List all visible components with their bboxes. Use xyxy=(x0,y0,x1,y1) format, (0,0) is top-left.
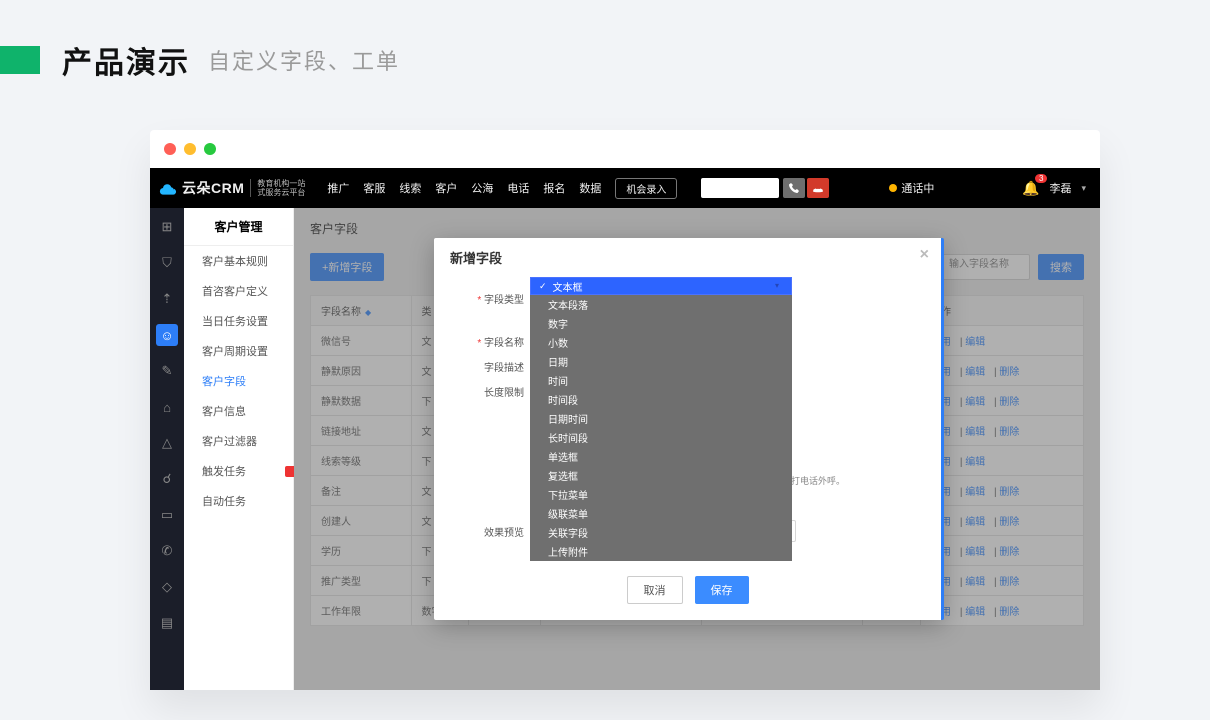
top-bar: 云朵CRM 教育机构一站式服务云平台 推广 客服 线索 客户 公海 电话 报名 … xyxy=(150,168,1100,208)
dropdown-option[interactable]: 单选框 xyxy=(530,447,792,466)
label-limit: 长度限制 xyxy=(464,384,536,399)
close-icon[interactable]: × xyxy=(920,246,929,264)
dropdown-option[interactable]: 日期时间 xyxy=(530,409,792,428)
label-preview: 效果预览 xyxy=(464,524,536,539)
chevron-down-icon[interactable]: ▾ xyxy=(1081,183,1086,194)
sidebar-item[interactable]: 触发任务 xyxy=(184,456,293,486)
dropdown-option[interactable]: 下拉菜单 xyxy=(530,485,792,504)
app-window: 云朵CRM 教育机构一站式服务云平台 推广 客服 线索 客户 公海 电话 报名 … xyxy=(150,130,1100,690)
nav-item[interactable]: 线索 xyxy=(399,180,421,196)
dropdown-option[interactable]: 关联字段 xyxy=(530,523,792,542)
sidebar-item[interactable]: 当日任务设置 xyxy=(184,306,293,336)
sidebar-item[interactable]: 客户信息 xyxy=(184,396,293,426)
rail-tag-icon[interactable]: ◇ xyxy=(156,576,178,598)
page-title: 产品演示 xyxy=(62,38,190,82)
top-nav: 推广 客服 线索 客户 公海 电话 报名 数据 xyxy=(327,180,601,196)
status-indicator xyxy=(889,184,897,192)
field-type-dropdown[interactable]: ✓ 文本框 ▾ 文本段落数字小数日期时间时间段日期时间长时间段单选框复选框下拉菜… xyxy=(530,277,792,561)
window-close-dot[interactable] xyxy=(164,143,176,155)
label-name: 字段名称 xyxy=(464,334,536,349)
mac-titlebar xyxy=(150,130,1100,168)
modal-title: 新增字段 xyxy=(450,251,502,266)
nav-item[interactable]: 电话 xyxy=(507,180,529,196)
dropdown-option[interactable]: 复选框 xyxy=(530,466,792,485)
nav-item[interactable]: 客户 xyxy=(435,180,457,196)
accent-block xyxy=(0,46,40,74)
rail-user-icon[interactable]: ☺ xyxy=(156,324,178,346)
rail-phone-icon[interactable]: ✆ xyxy=(156,540,178,562)
label-desc: 字段描述 xyxy=(464,359,536,374)
call-status-text: 通话中 xyxy=(901,180,934,196)
sidebar-item[interactable]: 自动任务 xyxy=(184,486,293,516)
dropdown-option[interactable]: 级联菜单 xyxy=(530,504,792,523)
cancel-button[interactable]: 取消 xyxy=(627,576,683,604)
label-type: 字段类型 xyxy=(464,291,536,306)
nav-item[interactable]: 推广 xyxy=(327,180,349,196)
icon-rail: ⊞ ⛉ ⇡ ☺ ✎ ⌂ △ ☌ ▭ ✆ ◇ ▤ xyxy=(150,208,184,690)
rail-chart-icon[interactable]: ⇡ xyxy=(156,288,178,310)
dropdown-option[interactable]: 时间 xyxy=(530,371,792,390)
save-button[interactable]: 保存 xyxy=(695,576,749,604)
rail-search-icon[interactable]: ☌ xyxy=(156,468,178,490)
sub-nav-header: 客户管理 xyxy=(184,208,293,246)
check-icon: ✓ xyxy=(539,281,547,292)
page-header: 产品演示 自定义字段、工单 xyxy=(0,0,1210,110)
top-search-input[interactable] xyxy=(701,178,779,198)
dropdown-option[interactable]: 日期 xyxy=(530,352,792,371)
sidebar-item-active[interactable]: 客户字段 xyxy=(184,366,293,396)
rail-dashboard-icon[interactable]: ⊞ xyxy=(156,216,178,238)
dropdown-option[interactable]: 上传附件 xyxy=(530,542,792,561)
user-name[interactable]: 李磊 xyxy=(1049,180,1071,196)
rail-home-icon[interactable]: ⌂ xyxy=(156,396,178,418)
sidebar-item[interactable]: 首咨客户定义 xyxy=(184,276,293,306)
notification-bell-icon[interactable]: 🔔3 xyxy=(1022,180,1039,197)
nav-item[interactable]: 客服 xyxy=(363,180,385,196)
selected-option: 文本框 xyxy=(553,279,583,294)
dropdown-option[interactable]: 数字 xyxy=(530,314,792,333)
sidebar-item[interactable]: 客户周期设置 xyxy=(184,336,293,366)
rail-card-icon[interactable]: ▤ xyxy=(156,612,178,634)
call-hangup-button[interactable] xyxy=(807,178,829,198)
dropdown-option[interactable]: 文本段落 xyxy=(530,295,792,314)
rail-note-icon[interactable]: ▭ xyxy=(156,504,178,526)
page-subtitle: 自定义字段、工单 xyxy=(208,44,400,76)
add-field-modal: 新增字段 × 字段类型 字段名称 字段描述 长度限制 客户备用电话 说明：如果设… xyxy=(434,238,944,620)
call-answer-button[interactable] xyxy=(783,178,805,198)
sidebar-item[interactable]: 客户过滤器 xyxy=(184,426,293,456)
dropdown-arrow-icon[interactable]: ▾ xyxy=(775,281,785,291)
rail-shield-icon[interactable]: ⛉ xyxy=(156,252,178,274)
dropdown-option[interactable]: 小数 xyxy=(530,333,792,352)
sub-nav: 客户管理 客户基本规则 首咨客户定义 当日任务设置 客户周期设置 客户字段 客户… xyxy=(184,208,294,690)
brand-name: 云朵CRM xyxy=(182,178,244,198)
dropdown-option[interactable]: 长时间段 xyxy=(530,428,792,447)
nav-item[interactable]: 报名 xyxy=(543,180,565,196)
rail-edit-icon[interactable]: ✎ xyxy=(156,360,178,382)
sidebar-item[interactable]: 客户基本规则 xyxy=(184,246,293,276)
record-button[interactable]: 机会录入 xyxy=(615,178,677,199)
nav-item[interactable]: 数据 xyxy=(579,180,601,196)
main-panel: 客户字段 +新增字段 输入字段名称 搜索 字段名称◆ 类 来 创 修 xyxy=(294,208,1100,690)
rail-warning-icon[interactable]: △ xyxy=(156,432,178,454)
nav-item[interactable]: 公海 xyxy=(471,180,493,196)
notification-badge: 3 xyxy=(1035,174,1047,183)
window-max-dot[interactable] xyxy=(204,143,216,155)
brand-logo[interactable]: 云朵CRM 教育机构一站式服务云平台 xyxy=(150,178,315,198)
dropdown-option[interactable]: 时间段 xyxy=(530,390,792,409)
window-min-dot[interactable] xyxy=(184,143,196,155)
brand-sub: 教育机构一站式服务云平台 xyxy=(250,179,305,197)
